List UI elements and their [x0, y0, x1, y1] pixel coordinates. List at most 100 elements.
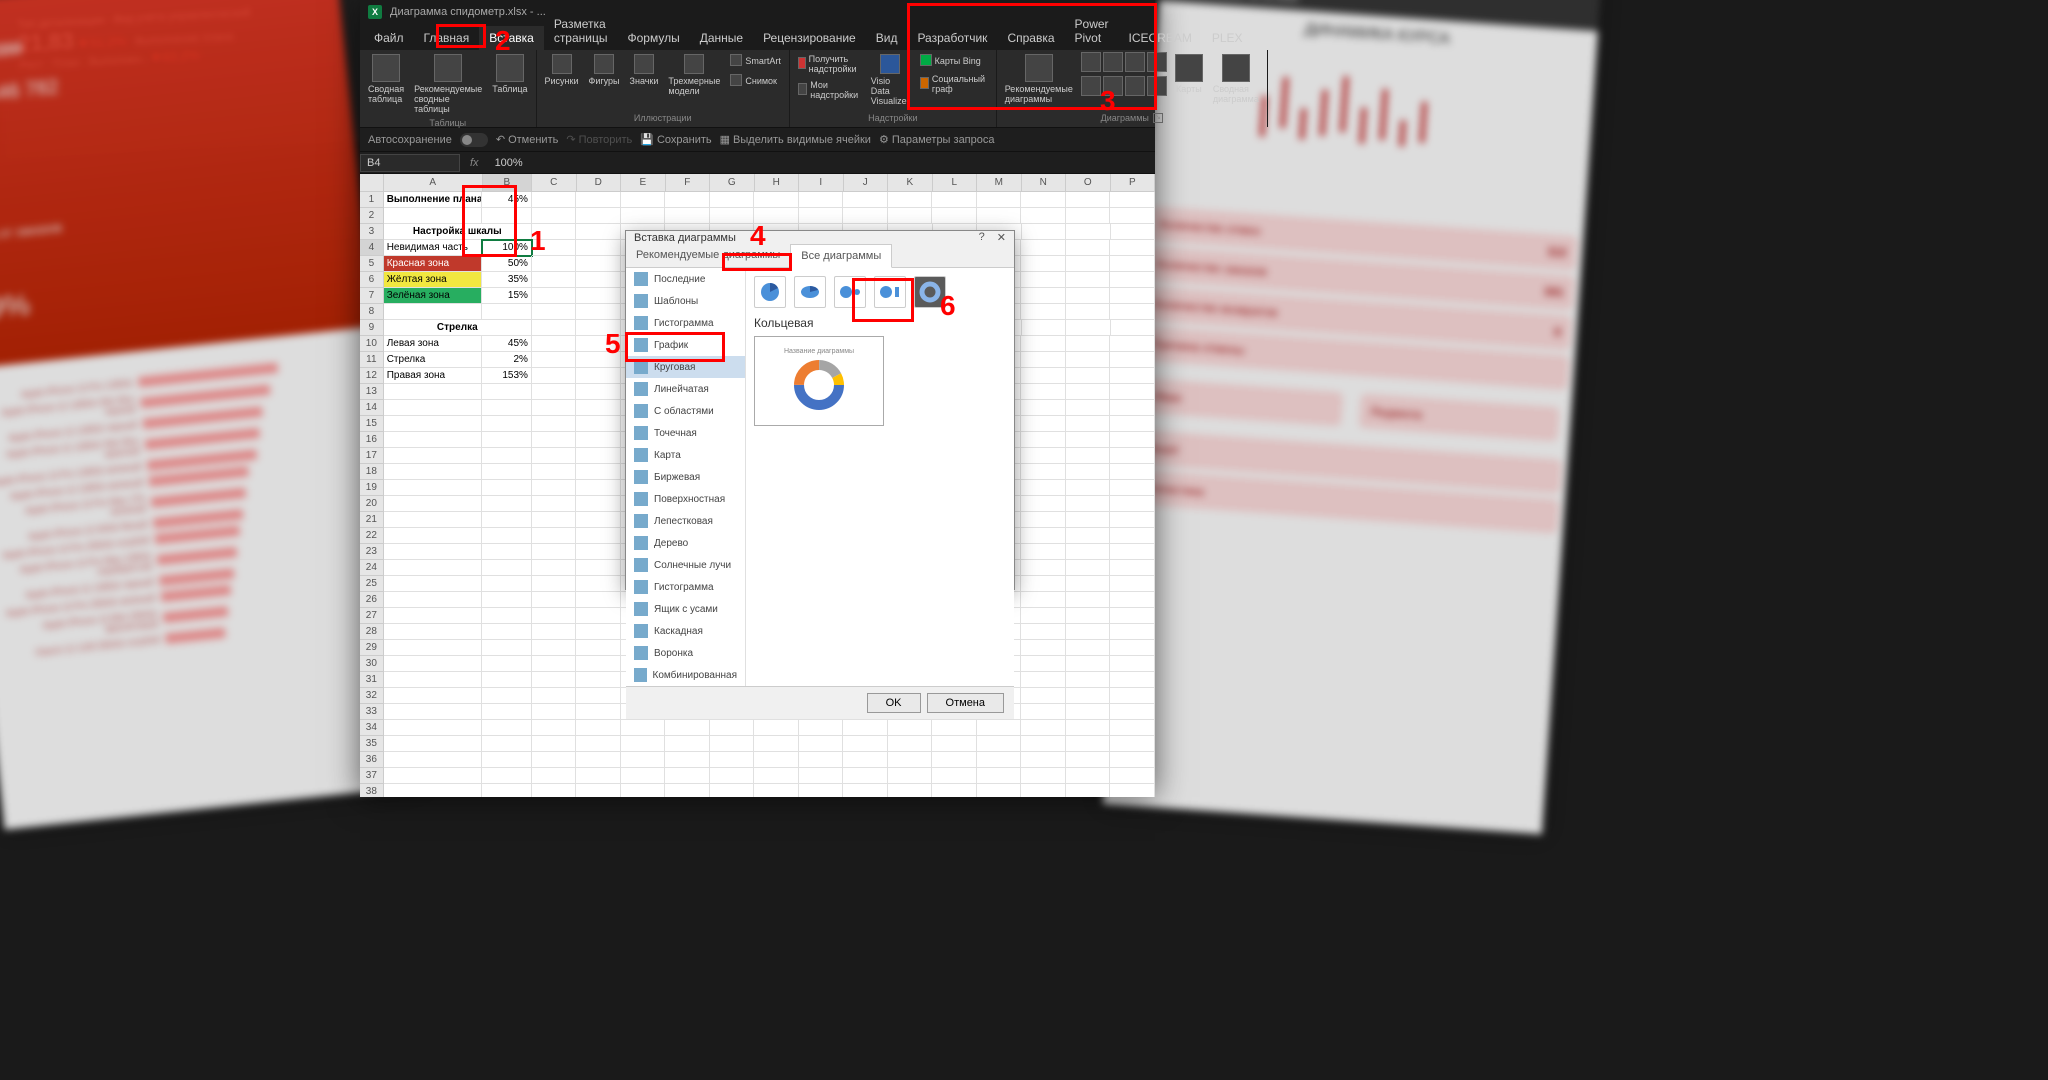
cell-C11[interactable] — [532, 352, 577, 368]
cell-L37[interactable] — [932, 768, 977, 784]
subtype-doughnut[interactable] — [914, 276, 946, 308]
cell-O21[interactable] — [1066, 512, 1111, 528]
cell-B24[interactable] — [482, 560, 531, 576]
col-header-D[interactable]: D — [577, 174, 622, 191]
cell-P27[interactable] — [1110, 608, 1155, 624]
cell-D37[interactable] — [576, 768, 621, 784]
cell-N9[interactable] — [1022, 320, 1067, 336]
chart-preview[interactable]: Название диаграммы — [754, 336, 884, 426]
cell-B19[interactable] — [482, 480, 531, 496]
cell-N25[interactable] — [1021, 576, 1066, 592]
cell-P29[interactable] — [1110, 640, 1155, 656]
cell-H36[interactable] — [754, 752, 799, 768]
cell-A24[interactable] — [384, 560, 483, 576]
cell-P25[interactable] — [1110, 576, 1155, 592]
cell-P38[interactable] — [1110, 784, 1155, 797]
cell-B35[interactable] — [482, 736, 531, 752]
col-header-P[interactable]: P — [1111, 174, 1155, 191]
cell-D11[interactable] — [576, 352, 621, 368]
cell-O36[interactable] — [1066, 752, 1111, 768]
cell-C7[interactable] — [532, 288, 577, 304]
cell-B1[interactable]: 45% — [482, 192, 531, 208]
cell-G37[interactable] — [710, 768, 755, 784]
cell-N37[interactable] — [1021, 768, 1066, 784]
cell-D31[interactable] — [576, 672, 621, 688]
cell-O33[interactable] — [1066, 704, 1111, 720]
cell-N34[interactable] — [1021, 720, 1066, 736]
chart-type-Карта[interactable]: Карта — [626, 444, 745, 466]
cell-C17[interactable] — [532, 448, 577, 464]
cell-B34[interactable] — [482, 720, 531, 736]
cell-C2[interactable] — [532, 208, 577, 224]
cell-D35[interactable] — [576, 736, 621, 752]
cell-P23[interactable] — [1110, 544, 1155, 560]
cell-C30[interactable] — [532, 656, 577, 672]
col-header-H[interactable]: H — [755, 174, 800, 191]
ok-button[interactable]: OK — [867, 693, 921, 713]
my-addins-button[interactable]: Мои надстройки — [796, 78, 863, 102]
row-header-32[interactable]: 32 — [360, 688, 384, 704]
cell-P16[interactable] — [1110, 432, 1155, 448]
cell-A25[interactable] — [384, 576, 483, 592]
cell-A3[interactable]: Настройка шкалы — [384, 224, 532, 240]
cell-N3[interactable] — [1022, 224, 1067, 240]
cell-A27[interactable] — [384, 608, 483, 624]
cell-G1[interactable] — [710, 192, 755, 208]
cell-E37[interactable] — [621, 768, 666, 784]
cell-D26[interactable] — [576, 592, 621, 608]
undo-button[interactable]: ↶ Отменить — [496, 133, 558, 146]
cell-A6[interactable]: Жёлтая зона — [384, 272, 483, 288]
cell-O1[interactable] — [1066, 192, 1111, 208]
row-header-6[interactable]: 6 — [360, 272, 384, 288]
cell-P28[interactable] — [1110, 624, 1155, 640]
cell-I35[interactable] — [799, 736, 844, 752]
cell-A23[interactable] — [384, 544, 483, 560]
cell-A9[interactable]: Стрелка — [384, 320, 532, 336]
cell-A22[interactable] — [384, 528, 483, 544]
cell-K35[interactable] — [888, 736, 933, 752]
bing-maps-button[interactable]: Карты Bing — [918, 52, 990, 70]
cell-B32[interactable] — [482, 688, 531, 704]
smartart-button[interactable]: SmartArt — [728, 52, 783, 70]
cell-O22[interactable] — [1066, 528, 1111, 544]
cell-D8[interactable] — [576, 304, 621, 320]
cell-A8[interactable] — [384, 304, 483, 320]
cell-D14[interactable] — [576, 400, 621, 416]
chart-type-Комбинированная[interactable]: Комбинированная — [626, 664, 745, 686]
cell-K38[interactable] — [888, 784, 933, 797]
cell-B28[interactable] — [482, 624, 531, 640]
cell-O19[interactable] — [1066, 480, 1111, 496]
cell-M37[interactable] — [977, 768, 1022, 784]
name-box[interactable] — [360, 154, 460, 172]
select-visible-button[interactable]: ▦ Выделить видимые ячейки — [720, 133, 871, 146]
charts-dialog-launcher-icon[interactable]: ↘ — [1153, 113, 1163, 123]
cell-B16[interactable] — [482, 432, 531, 448]
cell-O38[interactable] — [1066, 784, 1111, 797]
col-header-B[interactable]: B — [483, 174, 532, 191]
cell-C22[interactable] — [532, 528, 577, 544]
cell-A2[interactable] — [384, 208, 483, 224]
cell-O7[interactable] — [1066, 288, 1111, 304]
cell-B15[interactable] — [482, 416, 531, 432]
cell-B11[interactable]: 2% — [482, 352, 531, 368]
cell-N28[interactable] — [1021, 624, 1066, 640]
cell-D19[interactable] — [576, 480, 621, 496]
cell-C37[interactable] — [532, 768, 577, 784]
cell-C21[interactable] — [532, 512, 577, 528]
row-header-8[interactable]: 8 — [360, 304, 384, 320]
cell-M1[interactable] — [977, 192, 1022, 208]
cell-G36[interactable] — [710, 752, 755, 768]
row-header-24[interactable]: 24 — [360, 560, 384, 576]
cell-B14[interactable] — [482, 400, 531, 416]
cell-C20[interactable] — [532, 496, 577, 512]
cell-B17[interactable] — [482, 448, 531, 464]
cell-O23[interactable] — [1066, 544, 1111, 560]
cell-I37[interactable] — [799, 768, 844, 784]
cell-P30[interactable] — [1110, 656, 1155, 672]
cell-B2[interactable] — [482, 208, 531, 224]
cell-B36[interactable] — [482, 752, 531, 768]
cell-A19[interactable] — [384, 480, 483, 496]
col-header-J[interactable]: J — [844, 174, 889, 191]
row-header-17[interactable]: 17 — [360, 448, 384, 464]
cell-B18[interactable] — [482, 464, 531, 480]
